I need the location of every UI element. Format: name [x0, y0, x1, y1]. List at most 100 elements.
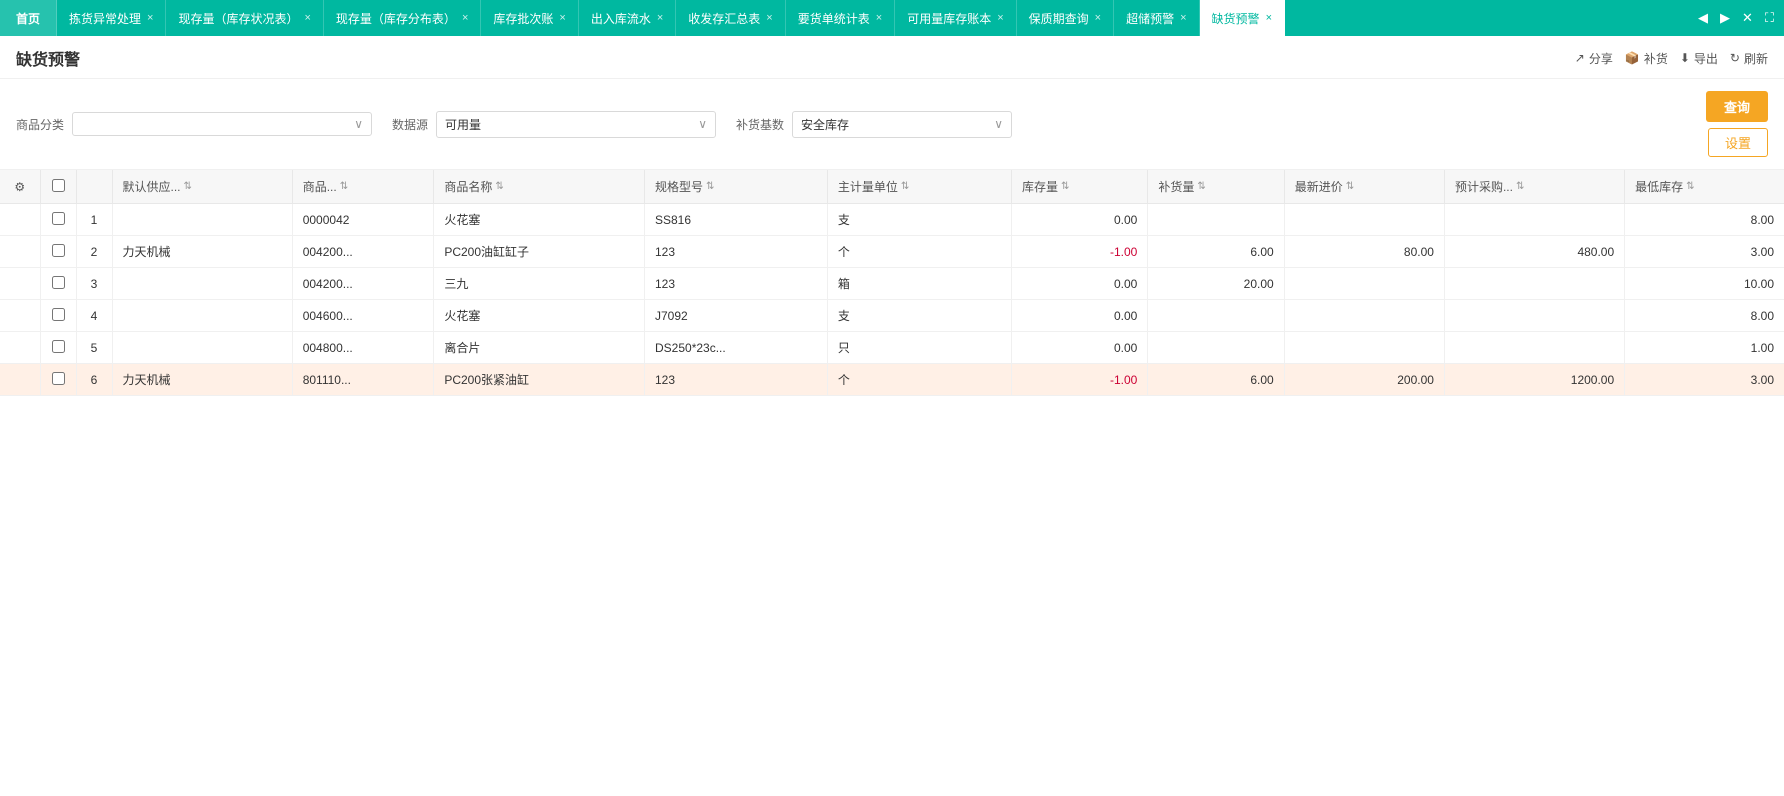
settings-button[interactable]: 设置: [1708, 128, 1768, 157]
table-row: 1 0000042 火花塞 SS816 支 0.00 8.00: [0, 204, 1784, 236]
row-unit-cell: 支: [827, 300, 1011, 332]
nav-prev-btn[interactable]: ◀: [1692, 6, 1714, 30]
row-spec-cell: J7092: [645, 300, 828, 332]
row-gear-cell: [0, 300, 40, 332]
th-est-purchase[interactable]: 预计采购... ⇅: [1444, 170, 1624, 204]
th-check[interactable]: [40, 170, 76, 204]
replenish-base-filter-group: 补货基数 安全库存 ∨: [736, 111, 1012, 138]
th-gear[interactable]: ⚙: [0, 170, 40, 204]
row-check-cell[interactable]: [40, 332, 76, 364]
row-replenish-cell: [1148, 204, 1284, 236]
tab-available-ledger-close[interactable]: ×: [997, 12, 1003, 24]
row-est-purchase-cell: 480.00: [1444, 236, 1624, 268]
page-header: 缺货预警 ↗ 分享 📦 补货 ⬇ 导出 ↻ 刷新: [0, 36, 1784, 79]
row-supplier-cell: 力天机械: [112, 364, 292, 396]
refresh-label: 刷新: [1744, 50, 1768, 67]
tab-inout-flow-close[interactable]: ×: [657, 12, 663, 24]
row-checkbox[interactable]: [52, 212, 65, 225]
th-min-stock[interactable]: 最低库存 ⇅: [1625, 170, 1784, 204]
replenish-base-select[interactable]: 安全库存 ∨: [792, 111, 1012, 138]
tab-stock-dist-close[interactable]: ×: [462, 12, 468, 24]
export-label: 导出: [1694, 50, 1718, 67]
share-icon: ↗: [1575, 51, 1585, 65]
tab-recv-summary[interactable]: 收发存汇总表 ×: [676, 0, 785, 36]
th-name[interactable]: 商品名称 ⇅: [434, 170, 645, 204]
tab-stock-dist[interactable]: 现存量（库存分布表） ×: [324, 0, 481, 36]
tab-batch-account[interactable]: 库存批次账 ×: [481, 0, 578, 36]
th-supplier[interactable]: 默认供应... ⇅: [112, 170, 292, 204]
th-code[interactable]: 商品... ⇅: [292, 170, 434, 204]
tab-requisition[interactable]: 要货单统计表 ×: [786, 0, 895, 36]
th-latest-price[interactable]: 最新进价 ⇅: [1284, 170, 1444, 204]
category-select[interactable]: ∨: [72, 112, 372, 136]
row-code-cell: 0000042: [292, 204, 434, 236]
tab-stock-status[interactable]: 现存量（库存状况表） ×: [166, 0, 323, 36]
row-min-stock-cell: 8.00: [1625, 204, 1784, 236]
row-check-cell[interactable]: [40, 300, 76, 332]
tab-shortage-close[interactable]: ×: [1266, 12, 1272, 24]
tab-overstock[interactable]: 超储预警 ×: [1114, 0, 1199, 36]
row-checkbox[interactable]: [52, 276, 65, 289]
row-gear-cell: [0, 268, 40, 300]
replenish-base-select-value: 安全库存: [801, 116, 849, 133]
row-checkbox[interactable]: [52, 244, 65, 257]
tab-abnormal-close[interactable]: ×: [147, 12, 153, 24]
nav-fullscreen-btn[interactable]: ⛶: [1759, 6, 1780, 30]
row-unit-cell: 只: [827, 332, 1011, 364]
row-code-cell: 004200...: [292, 268, 434, 300]
page-content: 缺货预警 ↗ 分享 📦 补货 ⬇ 导出 ↻ 刷新 商品分类: [0, 36, 1784, 796]
tab-inout-flow[interactable]: 出入库流水 ×: [579, 0, 676, 36]
row-check-cell[interactable]: [40, 236, 76, 268]
th-stock[interactable]: 库存量 ⇅: [1012, 170, 1148, 204]
th-replenish[interactable]: 补货量 ⇅: [1148, 170, 1284, 204]
refresh-icon: ↻: [1730, 51, 1740, 65]
tab-available-ledger[interactable]: 可用量库存账本 ×: [895, 0, 1016, 36]
row-stock-cell: 0.00: [1012, 300, 1148, 332]
row-checkbox[interactable]: [52, 308, 65, 321]
row-supplier-cell: 力天机械: [112, 236, 292, 268]
query-button[interactable]: 查询: [1706, 91, 1768, 122]
row-supplier-cell: [112, 300, 292, 332]
tab-home[interactable]: 首页: [0, 0, 57, 36]
row-latest-price-cell: [1284, 268, 1444, 300]
replenish-button[interactable]: 📦 补货: [1625, 50, 1668, 67]
row-gear-cell: [0, 364, 40, 396]
row-supplier-cell: [112, 332, 292, 364]
row-check-cell[interactable]: [40, 364, 76, 396]
tab-stock-status-close[interactable]: ×: [304, 12, 310, 24]
th-spec[interactable]: 规格型号 ⇅: [645, 170, 828, 204]
row-replenish-cell: [1148, 332, 1284, 364]
row-latest-price-cell: [1284, 300, 1444, 332]
refresh-button[interactable]: ↻ 刷新: [1730, 50, 1768, 67]
tab-stock-dist-label: 现存量（库存分布表）: [336, 10, 456, 27]
tab-abnormal[interactable]: 拣货异常处理 ×: [57, 0, 166, 36]
tab-overstock-close[interactable]: ×: [1180, 12, 1186, 24]
share-button[interactable]: ↗ 分享: [1575, 50, 1613, 67]
tab-recv-summary-close[interactable]: ×: [766, 12, 772, 24]
row-latest-price-cell: 80.00: [1284, 236, 1444, 268]
tab-expiry-close[interactable]: ×: [1095, 12, 1101, 24]
row-stock-cell: -1.00: [1012, 364, 1148, 396]
row-checkbox[interactable]: [52, 372, 65, 385]
row-check-cell[interactable]: [40, 204, 76, 236]
select-all-checkbox[interactable]: [52, 179, 65, 192]
latest-price-sort-icon: ⇅: [1346, 181, 1354, 192]
datasource-select[interactable]: 可用量 ∨: [436, 111, 716, 138]
row-unit-cell: 箱: [827, 268, 1011, 300]
tab-requisition-close[interactable]: ×: [876, 12, 882, 24]
unit-sort-icon: ⇅: [901, 181, 909, 192]
row-min-stock-cell: 10.00: [1625, 268, 1784, 300]
tab-shortage[interactable]: 缺货预警 ×: [1200, 0, 1285, 36]
tab-batch-account-close[interactable]: ×: [559, 12, 565, 24]
table-row: 3 004200... 三九 123 箱 0.00 20.00 10.00: [0, 268, 1784, 300]
replenish-base-chevron-down-icon: ∨: [994, 117, 1003, 131]
nav-next-btn[interactable]: ▶: [1714, 6, 1736, 30]
row-spec-cell: DS250*23c...: [645, 332, 828, 364]
th-unit[interactable]: 主计量单位 ⇅: [827, 170, 1011, 204]
row-check-cell[interactable]: [40, 268, 76, 300]
tab-expiry[interactable]: 保质期查询 ×: [1017, 0, 1114, 36]
nav-close-btn[interactable]: ✕: [1736, 6, 1759, 30]
export-button[interactable]: ⬇ 导出: [1680, 50, 1718, 67]
row-checkbox[interactable]: [52, 340, 65, 353]
row-stock-cell: 0.00: [1012, 268, 1148, 300]
